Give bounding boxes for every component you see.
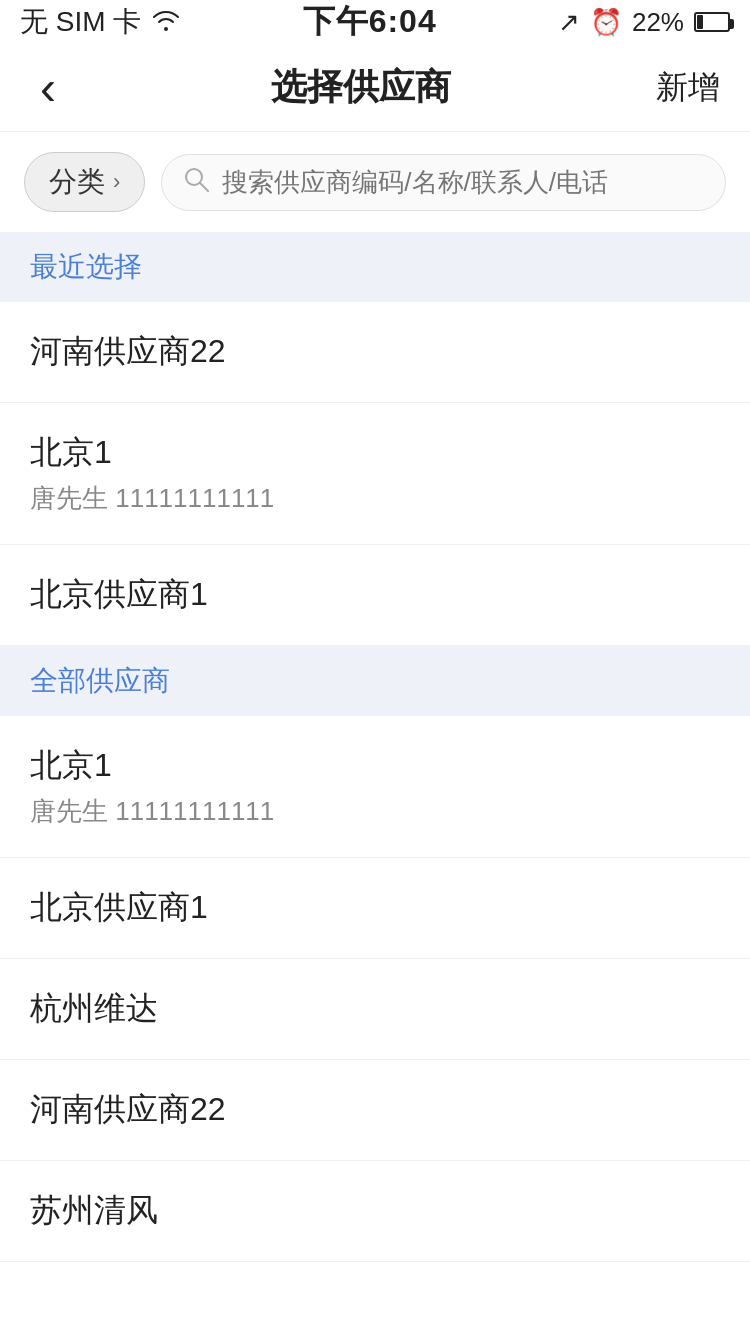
search-box	[161, 154, 726, 211]
search-icon	[182, 165, 210, 200]
search-input[interactable]	[222, 167, 705, 198]
svg-line-1	[200, 183, 208, 191]
all-section-header: 全部供应商	[0, 646, 750, 716]
item-name: 苏州清风	[30, 1189, 720, 1233]
nav-bar: ‹ 选择供应商 新增	[0, 44, 750, 132]
alarm-icon: ⏰	[590, 7, 622, 38]
chevron-right-icon: ›	[113, 169, 120, 195]
list-item[interactable]: 北京供应商1	[0, 545, 750, 646]
all-list: 北京1 唐先生 11111111111 北京供应商1 杭州维达河南供应商22 苏州清…	[0, 716, 750, 1262]
no-sim-label: 无 SIM 卡	[20, 3, 141, 41]
list-item[interactable]: 北京1 唐先生 11111111111	[0, 716, 750, 858]
category-label: 分类	[49, 163, 105, 201]
list-item[interactable]: 苏州清风	[0, 1161, 750, 1262]
recent-list: 河南供应商22 北京1 唐先生 11111111111 北京供应商1	[0, 302, 750, 646]
list-item[interactable]: 河南供应商22	[0, 302, 750, 403]
filter-bar: 分类 ›	[0, 132, 750, 232]
category-button[interactable]: 分类 ›	[24, 152, 145, 212]
item-name: 北京1	[30, 431, 720, 475]
item-detail: 唐先生 11111111111	[30, 794, 720, 829]
item-detail: 唐先生 11111111111	[30, 481, 720, 516]
status-bar: 无 SIM 卡 下午6:04 ↗ ⏰ 22%	[0, 0, 750, 44]
location-icon: ↗	[558, 7, 580, 38]
item-name: 北京供应商1	[30, 886, 720, 930]
item-name: 河南供应商22	[30, 330, 720, 374]
wifi-icon	[151, 6, 181, 38]
list-item[interactable]: 杭州维达	[0, 959, 750, 1060]
status-left: 无 SIM 卡	[20, 3, 181, 41]
list-item[interactable]: 北京1 唐先生 11111111111	[0, 403, 750, 545]
battery-label: 22%	[632, 7, 684, 38]
status-right: ↗ ⏰ 22%	[558, 7, 730, 38]
new-action-button[interactable]: 新增	[656, 66, 720, 110]
recent-section-header: 最近选择	[0, 232, 750, 302]
back-button[interactable]: ‹	[30, 50, 66, 125]
list-item[interactable]: 河南供应商22	[0, 1060, 750, 1161]
item-name: 北京供应商1	[30, 573, 720, 617]
item-name: 杭州维达	[30, 987, 720, 1031]
item-name: 河南供应商22	[30, 1088, 720, 1132]
status-time: 下午6:04	[303, 0, 437, 44]
page-title: 选择供应商	[271, 63, 451, 112]
item-name: 北京1	[30, 744, 720, 788]
battery-icon	[694, 12, 730, 32]
list-item[interactable]: 北京供应商1	[0, 858, 750, 959]
